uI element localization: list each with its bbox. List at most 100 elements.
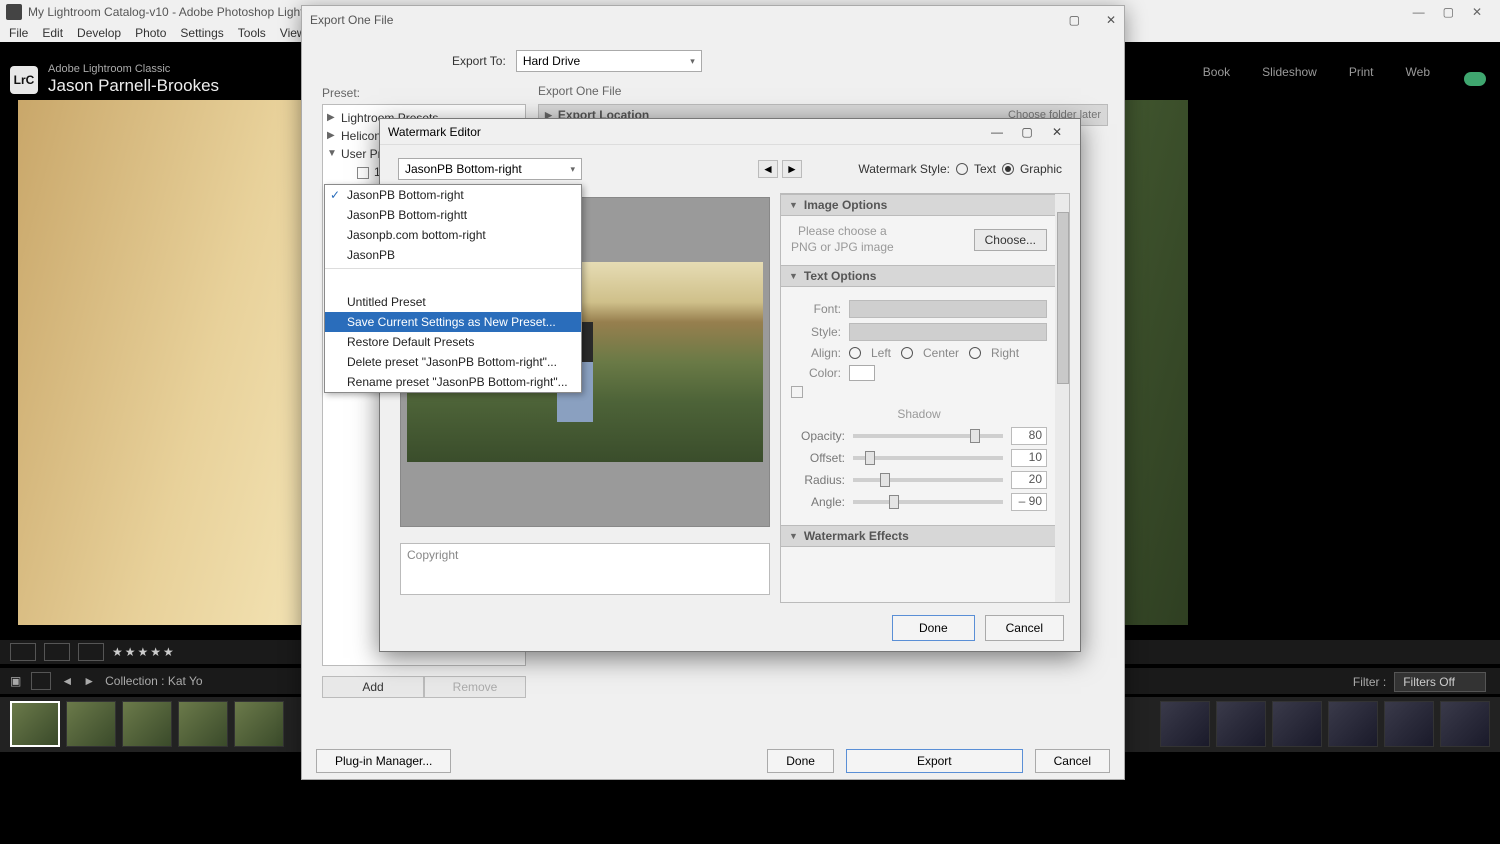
wm-close-icon[interactable]: ✕ <box>1042 125 1072 139</box>
add-preset-button[interactable]: Add <box>322 676 424 698</box>
export-maximize-icon[interactable]: ▢ <box>1069 13 1080 27</box>
survey-view-icon[interactable] <box>78 643 104 661</box>
export-done-button[interactable]: Done <box>767 749 834 773</box>
prev-photo-icon[interactable]: ◄ <box>61 674 73 688</box>
next-image-button[interactable]: ► <box>782 160 802 178</box>
thumbnail[interactable] <box>1384 701 1434 747</box>
export-cancel-button[interactable]: Cancel <box>1035 749 1110 773</box>
align-left-radio <box>849 347 861 359</box>
app-icon <box>6 4 22 20</box>
dropdown-rename-preset[interactable]: Rename preset "JasonPB Bottom-right"... <box>325 372 581 392</box>
thumbnail[interactable] <box>234 701 284 747</box>
thumbnail[interactable] <box>178 701 228 747</box>
dropdown-item[interactable]: JasonPB Bottom-rightt <box>325 205 581 225</box>
align-center-radio <box>901 347 913 359</box>
export-close-icon[interactable]: ✕ <box>1106 13 1116 27</box>
style-graphic-radio[interactable] <box>1002 163 1014 175</box>
rating-stars[interactable]: ★★★★★ <box>112 645 176 659</box>
color-swatch <box>849 365 875 381</box>
minimize-icon[interactable]: — <box>1413 5 1425 19</box>
thumbnail[interactable] <box>10 701 60 747</box>
angle-value[interactable]: – 90 <box>1011 493 1047 511</box>
offset-value[interactable]: 10 <box>1011 449 1047 467</box>
preset-dropdown-menu: JasonPB Bottom-right JasonPB Bottom-righ… <box>324 184 582 393</box>
opacity-slider[interactable] <box>853 434 1003 438</box>
thumbnail[interactable] <box>1272 701 1322 747</box>
next-photo-icon[interactable]: ► <box>83 674 95 688</box>
watermark-dialog-title: Watermark Editor <box>388 125 481 139</box>
choose-image-button[interactable]: Choose... <box>974 229 1047 251</box>
thumbnail[interactable] <box>66 701 116 747</box>
opacity-value[interactable]: 80 <box>1011 427 1047 445</box>
shadow-header: Shadow <box>791 407 1047 421</box>
module-print[interactable]: Print <box>1349 65 1374 79</box>
user-name: Jason Parnell-Brookes <box>48 76 219 96</box>
align-right-radio <box>969 347 981 359</box>
choose-hint: Please choose a PNG or JPG image <box>791 224 894 255</box>
offset-slider[interactable] <box>853 456 1003 460</box>
dropdown-item-disabled <box>325 272 581 292</box>
wm-maximize-icon[interactable]: ▢ <box>1012 125 1042 139</box>
scrollbar[interactable] <box>1055 194 1069 602</box>
plugin-manager-button[interactable]: Plug-in Manager... <box>316 749 451 773</box>
export-to-select[interactable]: Hard Drive ▾ <box>516 50 702 72</box>
watermark-cancel-button[interactable]: Cancel <box>985 615 1064 641</box>
export-button[interactable]: Export <box>846 749 1023 773</box>
dropdown-item[interactable]: JasonPB Bottom-right <box>325 185 581 205</box>
grid-icon[interactable] <box>31 672 51 690</box>
filter-select[interactable]: Filters Off <box>1394 672 1486 692</box>
watermark-done-button[interactable]: Done <box>892 615 975 641</box>
radius-slider[interactable] <box>853 478 1003 482</box>
copyright-textarea[interactable]: Copyright <box>400 543 770 595</box>
compare-view-icon[interactable] <box>44 643 70 661</box>
menu-settings[interactable]: Settings <box>177 26 226 40</box>
module-picker: Book Slideshow Print Web <box>1203 65 1430 79</box>
dropdown-restore-defaults[interactable]: Restore Default Presets <box>325 332 581 352</box>
watermark-style-label: Watermark Style: <box>858 162 950 176</box>
watermark-preset-value: JasonPB Bottom-right <box>405 162 522 176</box>
section-text-options[interactable]: ▼Text Options <box>781 265 1069 287</box>
watermark-preset-select[interactable]: JasonPB Bottom-right ▾ <box>398 158 582 180</box>
wm-minimize-icon[interactable]: — <box>982 125 1012 139</box>
preset-label: Preset: <box>322 86 360 100</box>
thumbnail[interactable] <box>1160 701 1210 747</box>
loupe-view-icon[interactable] <box>10 643 36 661</box>
shadow-checkbox <box>791 386 803 398</box>
cloud-sync-icon[interactable] <box>1464 72 1486 86</box>
style-text-radio[interactable] <box>956 163 968 175</box>
dropdown-save-new-preset[interactable]: Save Current Settings as New Preset... <box>325 312 581 332</box>
thumbnail[interactable] <box>122 701 172 747</box>
section-image-options[interactable]: ▼Image Options <box>781 194 1069 216</box>
module-web[interactable]: Web <box>1406 65 1430 79</box>
prev-image-button[interactable]: ◄ <box>758 160 778 178</box>
menu-edit[interactable]: Edit <box>39 26 66 40</box>
thumbnail[interactable] <box>1328 701 1378 747</box>
menu-file[interactable]: File <box>6 26 31 40</box>
secondary-display-icon[interactable]: ▣ <box>10 674 21 688</box>
menu-photo[interactable]: Photo <box>132 26 169 40</box>
close-icon[interactable]: ✕ <box>1472 5 1482 19</box>
dropdown-item[interactable]: Jasonpb.com bottom-right <box>325 225 581 245</box>
maximize-icon[interactable]: ▢ <box>1443 5 1454 19</box>
dropdown-item[interactable]: JasonPB <box>325 245 581 265</box>
menu-tools[interactable]: Tools <box>235 26 269 40</box>
thumbnail[interactable] <box>1216 701 1266 747</box>
chevron-down-icon: ▾ <box>690 56 695 67</box>
collection-label: Collection : Kat Yo <box>105 674 202 688</box>
font-select <box>849 300 1047 318</box>
remove-preset-button: Remove <box>424 676 526 698</box>
export-dialog-title: Export One File <box>310 13 393 27</box>
dropdown-delete-preset[interactable]: Delete preset "JasonPB Bottom-right"... <box>325 352 581 372</box>
radius-value[interactable]: 20 <box>1011 471 1047 489</box>
dropdown-untitled-preset[interactable]: Untitled Preset <box>325 292 581 312</box>
window-title: My Lightroom Catalog-v10 - Adobe Photosh… <box>28 5 333 19</box>
copyright-placeholder: Copyright <box>407 548 458 562</box>
module-slideshow[interactable]: Slideshow <box>1262 65 1317 79</box>
style-select <box>849 323 1047 341</box>
section-watermark-effects[interactable]: ▼Watermark Effects <box>781 525 1069 547</box>
angle-slider[interactable] <box>853 500 1003 504</box>
thumbnail[interactable] <box>1440 701 1490 747</box>
menu-develop[interactable]: Develop <box>74 26 124 40</box>
checkbox-icon[interactable] <box>357 167 369 179</box>
module-book[interactable]: Book <box>1203 65 1230 79</box>
